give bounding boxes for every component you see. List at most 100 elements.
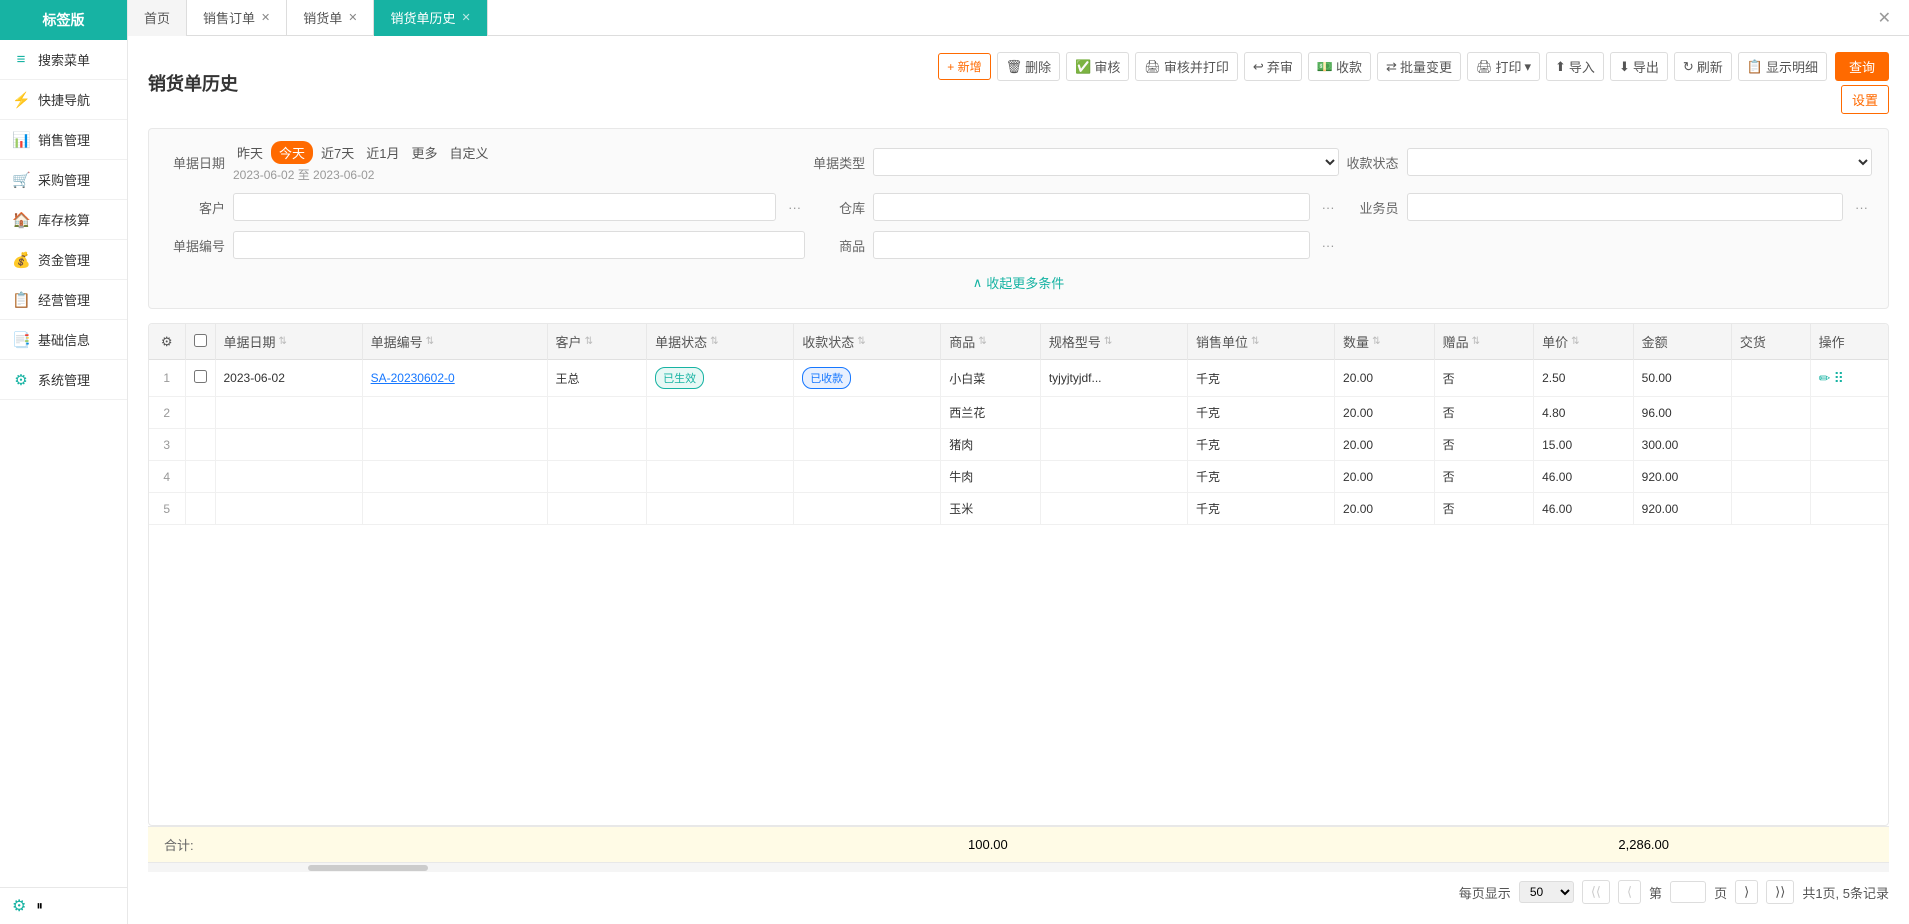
- salesman-ellipsis[interactable]: ···: [1851, 200, 1872, 215]
- more-icon[interactable]: ⠿: [1834, 370, 1844, 386]
- collect-status-select[interactable]: [1407, 148, 1872, 176]
- scroll-thumb[interactable]: [308, 865, 428, 871]
- tab-sales-history-close[interactable]: ✕: [462, 11, 471, 24]
- tab-sales-order[interactable]: 销售订单 ✕: [187, 0, 287, 36]
- settings-panel: 查询 设置: [1835, 52, 1889, 114]
- row-checkbox-1[interactable]: [185, 397, 215, 429]
- row-doc-no-4[interactable]: [362, 493, 547, 525]
- sidebar-item-sales-mgmt[interactable]: 📊 销售管理: [0, 120, 127, 160]
- settings-bottom-icon[interactable]: ⚙: [12, 896, 26, 916]
- row-amount-0: 50.00: [1633, 360, 1731, 397]
- th-price[interactable]: 单价 ⇅: [1534, 324, 1634, 360]
- filter-row-2: 客户 ··· 仓库 ··· 业务员 ···: [165, 193, 1872, 221]
- shortcut-custom[interactable]: 自定义: [446, 141, 493, 164]
- customer-input[interactable]: [233, 193, 776, 221]
- batch-change-button[interactable]: ⇄ 批量变更: [1377, 52, 1461, 81]
- row-unit-4: 千克: [1187, 493, 1334, 525]
- show-detail-button[interactable]: 📋 显示明细: [1738, 52, 1827, 81]
- query-button[interactable]: 查询: [1835, 52, 1889, 81]
- table-settings-icon[interactable]: ⚙: [161, 334, 173, 349]
- shortcut-yesterday[interactable]: 昨天: [233, 141, 267, 164]
- last-page-btn[interactable]: ⟩⟩: [1766, 880, 1794, 904]
- collect-button[interactable]: 💵 收款: [1308, 52, 1371, 81]
- sidebar-item-purchase-mgmt[interactable]: 🛒 采购管理: [0, 160, 127, 200]
- product-input[interactable]: [873, 231, 1309, 259]
- customer-ellipsis[interactable]: ···: [784, 200, 805, 215]
- th-gift[interactable]: 赠品 ⇅: [1434, 324, 1534, 360]
- date-label: 单据日期: [165, 153, 225, 172]
- doc-type-select[interactable]: [873, 148, 1338, 176]
- page-input[interactable]: 1: [1670, 881, 1706, 903]
- row-num-1: 2: [149, 397, 185, 429]
- sort-doc-status-icon: ⇅: [710, 336, 718, 347]
- filter-row-1: 单据日期 昨天 今天 近7天 近1月 更多 自定义 2023-06-02 至 2…: [165, 141, 1872, 183]
- row-checkbox-0[interactable]: [185, 360, 215, 397]
- row-doc-status-0: 已生效: [647, 360, 794, 397]
- shortcut-today[interactable]: 今天: [271, 141, 313, 164]
- row-doc-no-2[interactable]: [362, 429, 547, 461]
- abandon-button[interactable]: ↩ 弃审: [1244, 52, 1302, 81]
- print-button[interactable]: 🖨 打印 ▾: [1467, 52, 1540, 81]
- shortcut-more[interactable]: 更多: [408, 141, 442, 164]
- tab-sales-history[interactable]: 销货单历史 ✕: [374, 0, 487, 36]
- th-doc-status[interactable]: 单据状态 ⇅: [647, 324, 794, 360]
- window-close-btn[interactable]: ✕: [1870, 8, 1899, 28]
- refresh-button[interactable]: ↻ 刷新: [1674, 52, 1732, 81]
- th-collect-status[interactable]: 收款状态 ⇅: [794, 324, 941, 360]
- export-button[interactable]: ⬇ 导出: [1610, 52, 1668, 81]
- row-checkbox-4[interactable]: [185, 493, 215, 525]
- th-qty[interactable]: 数量 ⇅: [1335, 324, 1435, 360]
- new-button[interactable]: + 新增: [938, 53, 990, 80]
- th-unit[interactable]: 销售单位 ⇅: [1187, 324, 1334, 360]
- row-doc-no-3[interactable]: [362, 461, 547, 493]
- th-qty-label: 数量: [1343, 332, 1369, 351]
- sidebar-item-operations[interactable]: 📋 经营管理: [0, 280, 127, 320]
- sidebar-item-system-mgmt[interactable]: ⚙ 系统管理: [0, 360, 127, 400]
- shortcut-7days[interactable]: 近7天: [317, 141, 358, 164]
- prev-page-btn[interactable]: ⟨: [1618, 880, 1641, 904]
- audit-print-button[interactable]: 🖨 审核并打印: [1135, 52, 1238, 81]
- tab-sales-delivery[interactable]: 销货单 ✕: [287, 0, 374, 36]
- sidebar-item-basic-info[interactable]: 📑 基础信息: [0, 320, 127, 360]
- warehouse-input[interactable]: [873, 193, 1309, 221]
- th-spec[interactable]: 规格型号 ⇅: [1040, 324, 1187, 360]
- row-doc-date-2: [215, 429, 362, 461]
- tab-sales-order-label: 销售订单: [203, 8, 255, 27]
- edit-icon[interactable]: ✏: [1819, 370, 1831, 386]
- th-doc-no[interactable]: 单据编号 ⇅: [362, 324, 547, 360]
- th-settings[interactable]: ⚙: [149, 324, 185, 360]
- sidebar-item-inventory[interactable]: 🏠 库存核算: [0, 200, 127, 240]
- sidebar-item-search-menu[interactable]: ≡ 搜索菜单: [0, 40, 127, 80]
- row-checkbox-2[interactable]: [185, 429, 215, 461]
- th-doc-date[interactable]: 单据日期 ⇅: [215, 324, 362, 360]
- next-page-btn[interactable]: ⟩: [1735, 880, 1758, 904]
- row-customer-2: [547, 429, 647, 461]
- salesman-input[interactable]: [1407, 193, 1843, 221]
- set-button[interactable]: 设置: [1841, 85, 1889, 114]
- first-page-btn[interactable]: ⟨⟨: [1582, 880, 1610, 904]
- audit-button[interactable]: ✅ 审核: [1066, 52, 1129, 81]
- row-checkbox-3[interactable]: [185, 461, 215, 493]
- page-size-select[interactable]: 50 100: [1519, 881, 1574, 903]
- toolbar: + 新增 🗑 删除 ✅ 审核 🖨 审核并打印 ↩: [938, 52, 1827, 81]
- warehouse-ellipsis[interactable]: ···: [1318, 200, 1339, 215]
- row-doc-no-0[interactable]: SA-20230602-0: [362, 360, 547, 397]
- row-doc-no-1[interactable]: [362, 397, 547, 429]
- collapse-button[interactable]: ∧ 收起更多条件: [165, 269, 1872, 296]
- delete-button[interactable]: 🗑 删除: [997, 52, 1061, 81]
- shortcut-1month[interactable]: 近1月: [362, 141, 403, 164]
- import-button[interactable]: ⬆ 导入: [1546, 52, 1604, 81]
- sidebar-item-finance[interactable]: 💰 资金管理: [0, 240, 127, 280]
- tab-sales-order-close[interactable]: ✕: [261, 11, 270, 24]
- select-all-checkbox[interactable]: [194, 334, 207, 347]
- product-ellipsis[interactable]: ···: [1318, 238, 1339, 253]
- th-customer[interactable]: 客户 ⇅: [547, 324, 647, 360]
- tab-home[interactable]: 首页: [128, 0, 187, 36]
- doc-no-input[interactable]: [233, 231, 805, 259]
- th-product[interactable]: 商品 ⇅: [941, 324, 1041, 360]
- sidebar-item-quick-nav[interactable]: ⚡ 快捷导航: [0, 80, 127, 120]
- page-label-after: 页: [1714, 883, 1727, 902]
- tab-sales-delivery-close[interactable]: ✕: [348, 11, 357, 24]
- pause-icon[interactable]: ⏸: [36, 898, 43, 914]
- row-transaction-4: [1731, 493, 1810, 525]
